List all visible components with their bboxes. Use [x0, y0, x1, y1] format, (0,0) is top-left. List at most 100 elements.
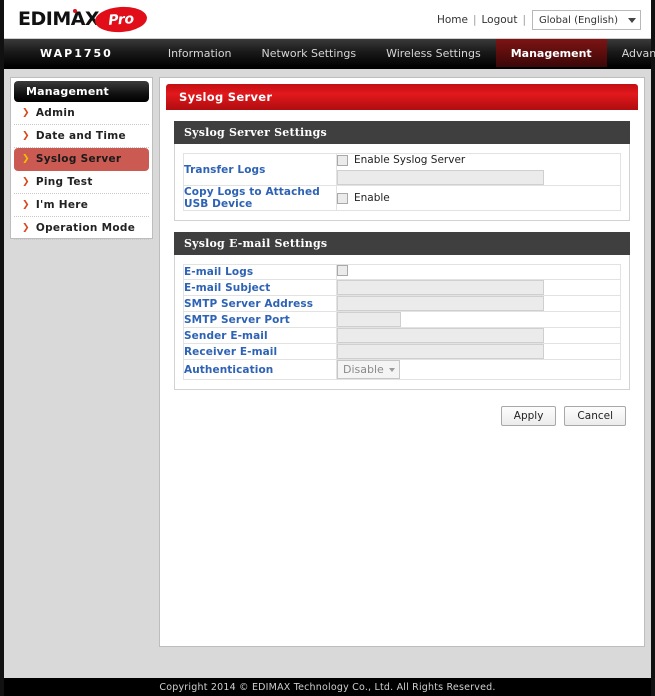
transfer-logs-stack: Enable Syslog Server — [337, 154, 620, 185]
sidebar-title: Management — [14, 81, 149, 102]
field-smtp-server-address — [336, 295, 621, 312]
table-row: E-mail Logs — [183, 264, 621, 280]
syslog-server-settings-table: Transfer Logs Enable Syslog Server Copy … — [183, 153, 621, 211]
sender-email-input[interactable] — [337, 328, 544, 343]
apply-button[interactable]: Apply — [500, 406, 557, 426]
sidebar-item-label: Admin — [35, 107, 76, 119]
sidebar-item-label: Date and Time — [35, 130, 126, 142]
sidebar: Management ❯ Admin ❯ Date and Time ❯ Sys… — [10, 77, 153, 240]
cancel-button[interactable]: Cancel — [564, 406, 626, 426]
sidebar-item-label: I'm Here — [35, 199, 89, 211]
label-receiver-email: Receiver E-mail — [183, 343, 337, 360]
smtp-server-port-input[interactable] — [337, 312, 401, 327]
form-actions: Apply Cancel — [166, 406, 626, 426]
nav-item-management[interactable]: Management — [495, 39, 607, 67]
content-panel: Syslog Server Syslog Server Settings Tra… — [159, 77, 645, 647]
app-window: EDIMAX Pro Home | Logout | Global (Engli… — [0, 0, 655, 696]
syslog-email-settings-panel: Syslog E-mail Settings E-mail Logs E-mai… — [174, 232, 630, 390]
chevron-right-icon: ❯ — [22, 130, 30, 141]
label-smtp-server-address: SMTP Server Address — [183, 295, 337, 312]
nav-item-network-settings[interactable]: Network Settings — [247, 39, 372, 67]
table-row: Transfer Logs Enable Syslog Server — [183, 153, 621, 186]
nav-item-advanced[interactable]: Advanced — [607, 39, 655, 67]
enable-syslog-server-row: Enable Syslog Server — [337, 154, 620, 166]
brand-header: EDIMAX Pro Home | Logout | Global (Engli… — [4, 0, 651, 39]
chevron-right-icon: ❯ — [22, 176, 30, 187]
logout-link[interactable]: Logout — [477, 14, 523, 26]
table-row: Sender E-mail — [183, 327, 621, 344]
label-transfer-logs: Transfer Logs — [183, 153, 337, 186]
page-title: Syslog Server — [166, 84, 638, 110]
chevron-right-icon: ❯ — [22, 222, 30, 233]
sidebar-item-im-here[interactable]: ❯ I'm Here — [14, 194, 149, 217]
label-sender-email: Sender E-mail — [183, 327, 337, 344]
label-copy-logs-to-usb: Copy Logs to Attached USB Device — [183, 185, 337, 211]
home-link[interactable]: Home — [432, 14, 473, 26]
sidebar-item-label: Ping Test — [35, 176, 93, 188]
copyright-text: Copyright 2014 © EDIMAX Technology Co., … — [159, 681, 496, 693]
label-email-subject: E-mail Subject — [183, 279, 337, 296]
nav-item-wireless-settings[interactable]: Wireless Settings — [371, 39, 496, 67]
table-row: Copy Logs to Attached USB Device Enable — [183, 185, 621, 211]
chevron-right-icon: ❯ — [22, 107, 30, 118]
logo-dot — [73, 9, 77, 13]
syslog-email-settings-table: E-mail Logs E-mail Subject SMTP Server A… — [183, 264, 621, 380]
logo-pro-badge: Pro — [94, 4, 148, 34]
field-smtp-server-port — [336, 311, 621, 328]
section-header-syslog-server-settings: Syslog Server Settings — [174, 121, 630, 144]
label-smtp-server-port: SMTP Server Port — [183, 311, 337, 328]
receiver-email-input[interactable] — [337, 344, 544, 359]
sidebar-item-ping-test[interactable]: ❯ Ping Test — [14, 171, 149, 194]
language-selector-value: Global (English) — [539, 14, 618, 26]
chevron-down-icon — [389, 367, 395, 372]
field-authentication: Disable — [336, 359, 621, 380]
sidebar-item-admin[interactable]: ❯ Admin — [14, 102, 149, 125]
copy-logs-enable-checkbox[interactable] — [337, 192, 348, 204]
smtp-server-address-input[interactable] — [337, 296, 544, 311]
sidebar-item-date-and-time[interactable]: ❯ Date and Time — [14, 125, 149, 148]
sidebar-item-label: Operation Mode — [35, 222, 136, 234]
table-row: E-mail Subject — [183, 279, 621, 296]
table-row: SMTP Server Address — [183, 295, 621, 312]
email-subject-input[interactable] — [337, 280, 544, 295]
enable-syslog-server-label: Enable Syslog Server — [354, 154, 466, 166]
syslog-server-address-input[interactable] — [337, 170, 544, 185]
table-row: SMTP Server Port — [183, 311, 621, 328]
field-email-logs — [336, 264, 621, 280]
nav-item-information[interactable]: Information — [153, 39, 247, 67]
field-sender-email — [336, 327, 621, 344]
logo-wordmark: EDIMAX — [18, 7, 100, 30]
field-receiver-email — [336, 343, 621, 360]
field-copy-logs-to-usb: Enable — [336, 185, 621, 211]
table-row: Authentication Disable — [183, 359, 621, 380]
sidebar-item-operation-mode[interactable]: ❯ Operation Mode — [14, 217, 149, 240]
section-body-syslog-email-settings: E-mail Logs E-mail Subject SMTP Server A… — [174, 255, 630, 390]
syslog-server-settings-panel: Syslog Server Settings Transfer Logs Ena… — [174, 121, 630, 221]
enable-syslog-server-checkbox[interactable] — [337, 154, 348, 166]
authentication-select-value: Disable — [343, 363, 384, 376]
section-header-syslog-email-settings: Syslog E-mail Settings — [174, 232, 630, 255]
label-authentication: Authentication — [183, 359, 337, 380]
body-area: Management ❯ Admin ❯ Date and Time ❯ Sys… — [4, 69, 651, 681]
authentication-select[interactable]: Disable — [337, 360, 400, 379]
label-email-logs: E-mail Logs — [183, 264, 337, 280]
sidebar-item-syslog-server[interactable]: ❯ Syslog Server — [14, 148, 149, 171]
email-logs-checkbox[interactable] — [337, 265, 348, 276]
footer: Copyright 2014 © EDIMAX Technology Co., … — [4, 678, 651, 696]
field-email-subject — [336, 279, 621, 296]
main-navigation: WAP1750 Information Network Settings Wir… — [4, 39, 655, 69]
field-transfer-logs: Enable Syslog Server — [336, 153, 621, 186]
table-row: Receiver E-mail — [183, 343, 621, 360]
link-separator-2: | — [522, 14, 526, 26]
device-model-label: WAP1750 — [40, 46, 113, 60]
section-body-syslog-server-settings: Transfer Logs Enable Syslog Server Copy … — [174, 144, 630, 221]
edimax-logo[interactable]: EDIMAX Pro — [18, 4, 148, 34]
chevron-right-icon: ❯ — [22, 153, 30, 164]
chevron-down-icon — [628, 17, 636, 23]
logo-pro-text: Pro — [107, 10, 135, 28]
copy-logs-enable-label: Enable — [354, 192, 390, 204]
header-links: Home | Logout | Global (English) — [432, 10, 641, 30]
sidebar-item-label: Syslog Server — [35, 153, 122, 165]
copy-logs-enable-row: Enable — [337, 192, 620, 204]
language-selector[interactable]: Global (English) — [532, 10, 641, 30]
